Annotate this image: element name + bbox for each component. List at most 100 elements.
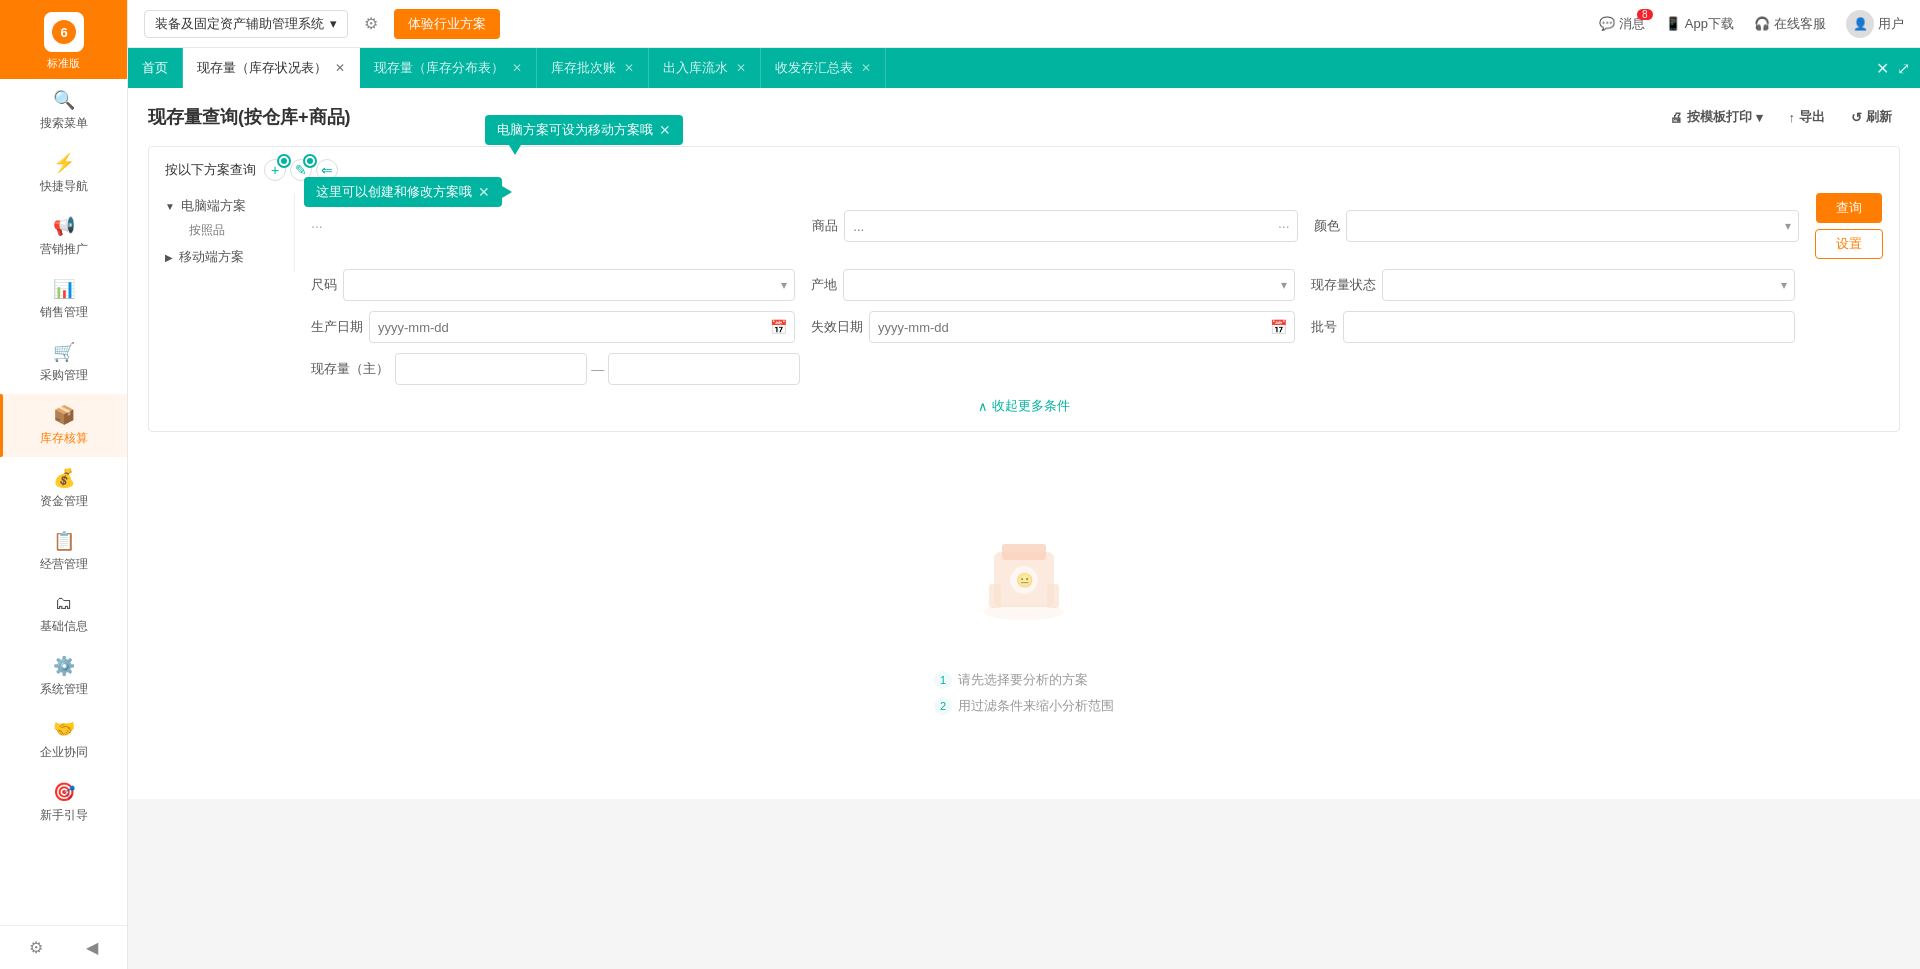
sidebar-item-system[interactable]: ⚙️ 系统管理 (0, 645, 127, 708)
sales-icon: 📊 (53, 278, 75, 300)
message-item[interactable]: 💬 消息 8 (1599, 15, 1645, 33)
mobile-scheme-group-title[interactable]: ▶ 移动端方案 (165, 244, 282, 270)
sidebar-item-marketing[interactable]: 📢 营销推广 (0, 205, 127, 268)
tab-stock-batch[interactable]: 库存批次账 ✕ (537, 48, 649, 88)
tab-collect-label: 收发存汇总表 (775, 59, 853, 77)
stock-main-field: 现存量（主） — (311, 353, 800, 385)
user-item[interactable]: 👤 用户 (1846, 10, 1904, 38)
color-field: 颜色 ▾ (1314, 210, 1799, 242)
phone-icon: 📱 (1665, 16, 1681, 31)
online-service-item[interactable]: 🎧 在线客服 (1754, 15, 1826, 33)
search-button[interactable]: 查询 (1816, 193, 1882, 223)
pc-scheme-group-title[interactable]: ▼ 电脑端方案 (165, 193, 282, 219)
prod-date-wrap: 📅 (369, 311, 795, 343)
refresh-button[interactable]: ↺ 刷新 (1843, 104, 1900, 130)
hint-num-2: 2 (934, 697, 952, 715)
stock-status-select-wrap: ▾ (1382, 269, 1795, 301)
expiry-date-input[interactable] (869, 311, 1295, 343)
stock-status-select[interactable] (1382, 269, 1795, 301)
tab-stock-dist[interactable]: 现存量（库存分布表） ✕ (360, 48, 537, 88)
tooltip-bubble-2: 这里可以创建和修改方案哦 ✕ (304, 177, 502, 207)
enterprise-icon: 🤝 (53, 718, 75, 740)
tab-in-out-label: 出入库流水 (663, 59, 728, 77)
print-label: 按模板打印 (1687, 108, 1752, 126)
top-header: 装备及固定资产辅助管理系统 ▾ ⚙ 体验行业方案 💬 消息 8 📱 App下载 … (128, 0, 1920, 48)
guide-icon: 🎯 (53, 781, 75, 803)
stock-main-to[interactable] (608, 353, 800, 385)
tab-stock-status-label: 现存量（库存状况表） (197, 59, 327, 77)
trial-button[interactable]: 体验行业方案 (394, 9, 500, 39)
prod-date-input[interactable] (369, 311, 795, 343)
sidebar-item-label: 资金管理 (40, 493, 88, 510)
tab-close-icon[interactable]: ✕ (335, 61, 345, 75)
sidebar-item-basic[interactable]: 🗂 基础信息 (0, 583, 127, 645)
sidebar-bottom: ⚙ ◀ (0, 925, 127, 969)
scheme-item[interactable]: 按照品 (181, 219, 282, 242)
goods-input[interactable] (844, 210, 1297, 242)
dot-indicator-edit (305, 156, 315, 166)
tooltip-close-2[interactable]: ✕ (478, 184, 490, 200)
app-selector[interactable]: 装备及固定资产辅助管理系统 ▾ (144, 10, 348, 38)
edit-icon: ✎ (295, 162, 307, 178)
tab-collect[interactable]: 收发存汇总表 ✕ (761, 48, 886, 88)
filter-row-4: 现存量（主） — (311, 353, 1883, 385)
tab-close-icon[interactable]: ✕ (736, 61, 746, 75)
batch-input[interactable] (1343, 311, 1795, 343)
collapse-more[interactable]: ∧ 收起更多条件 (165, 389, 1883, 419)
app-logo-icon: 6 (44, 12, 84, 52)
tooltip-close-1[interactable]: ✕ (659, 122, 671, 138)
add-scheme-button[interactable]: + (264, 159, 286, 181)
page-actions: 🖨 按模板打印 ▾ ↑ 导出 ↺ 刷新 (1662, 104, 1901, 130)
plus-icon: + (271, 162, 279, 178)
sidebar-item-label: 营销推广 (40, 241, 88, 258)
tab-close-all-icon[interactable]: ✕ (1876, 59, 1889, 78)
search-buttons: 查询 设置 (1815, 193, 1883, 259)
avatar: 👤 (1846, 10, 1874, 38)
settings-icon[interactable]: ⚙ (364, 14, 378, 33)
headset-icon: 🎧 (1754, 16, 1770, 31)
sidebar-item-guide[interactable]: 🎯 新手引导 (0, 771, 127, 834)
tab-close-icon[interactable]: ✕ (861, 61, 871, 75)
mobile-scheme-label: 移动端方案 (179, 248, 244, 266)
tab-expand-icon[interactable]: ⤢ (1897, 59, 1910, 78)
swap-icon: ⇐ (321, 162, 333, 178)
stock-status-label: 现存量状态 (1311, 276, 1376, 294)
page-title-row: 现存量查询(按仓库+商品) 🖨 按模板打印 ▾ ↑ 导出 ↺ 刷新 (148, 104, 1900, 130)
origin-select[interactable] (843, 269, 1295, 301)
empty-state: 😐 1 请先选择要分析的方案 2 用过滤条件来缩小分析范围 (148, 432, 1900, 783)
collapse-sidebar-icon[interactable]: ◀ (86, 938, 98, 957)
sidebar-item-search[interactable]: 🔍 搜索菜单 (0, 79, 127, 142)
print-button[interactable]: 🖨 按模板打印 ▾ (1662, 104, 1771, 130)
tab-bar: 首页 现存量（库存状况表） ✕ 现存量（库存分布表） ✕ 库存批次账 ✕ 出入库… (128, 48, 1920, 88)
sidebar-item-finance[interactable]: 💰 资金管理 (0, 457, 127, 520)
sidebar-item-purchase[interactable]: 🛒 采购管理 (0, 331, 127, 394)
sidebar-item-enterprise[interactable]: 🤝 企业协同 (0, 708, 127, 771)
filter-label: 按以下方案查询 (165, 161, 256, 179)
size-select-wrap: ▾ (343, 269, 795, 301)
sidebar-item-operation[interactable]: 📋 经营管理 (0, 520, 127, 583)
origin-select-wrap: ▾ (843, 269, 1295, 301)
export-button[interactable]: ↑ 导出 (1781, 104, 1834, 130)
sidebar-item-sales[interactable]: 📊 销售管理 (0, 268, 127, 331)
color-select[interactable] (1346, 210, 1799, 242)
user-label: 用户 (1878, 15, 1904, 33)
page-title: 现存量查询(按仓库+商品) (148, 105, 351, 129)
svg-text:6: 6 (60, 25, 67, 40)
chevron-right-icon: ▶ (165, 252, 173, 263)
tab-in-out[interactable]: 出入库流水 ✕ (649, 48, 761, 88)
tab-close-icon[interactable]: ✕ (512, 61, 522, 75)
sidebar-item-quick-nav[interactable]: ⚡ 快捷导航 (0, 142, 127, 205)
sidebar-item-stock[interactable]: 📦 库存核算 (0, 394, 127, 457)
stock-main-from[interactable] (395, 353, 587, 385)
tab-close-icon[interactable]: ✕ (624, 61, 634, 75)
reset-button[interactable]: 设置 (1815, 229, 1883, 259)
sidebar-item-label: 系统管理 (40, 681, 88, 698)
filter-section: 按以下方案查询 + ✎ ⇐ (148, 146, 1900, 432)
app-download-item[interactable]: 📱 App下载 (1665, 15, 1734, 33)
size-select[interactable] (343, 269, 795, 301)
settings-bottom-icon[interactable]: ⚙ (29, 938, 43, 957)
tooltip-bubble-1: 电脑方案可设为移动方案哦 ✕ (485, 115, 683, 145)
tab-home[interactable]: 首页 (128, 48, 183, 88)
stock-icon: 📦 (53, 404, 75, 426)
tab-stock-status[interactable]: 现存量（库存状况表） ✕ (183, 48, 360, 88)
